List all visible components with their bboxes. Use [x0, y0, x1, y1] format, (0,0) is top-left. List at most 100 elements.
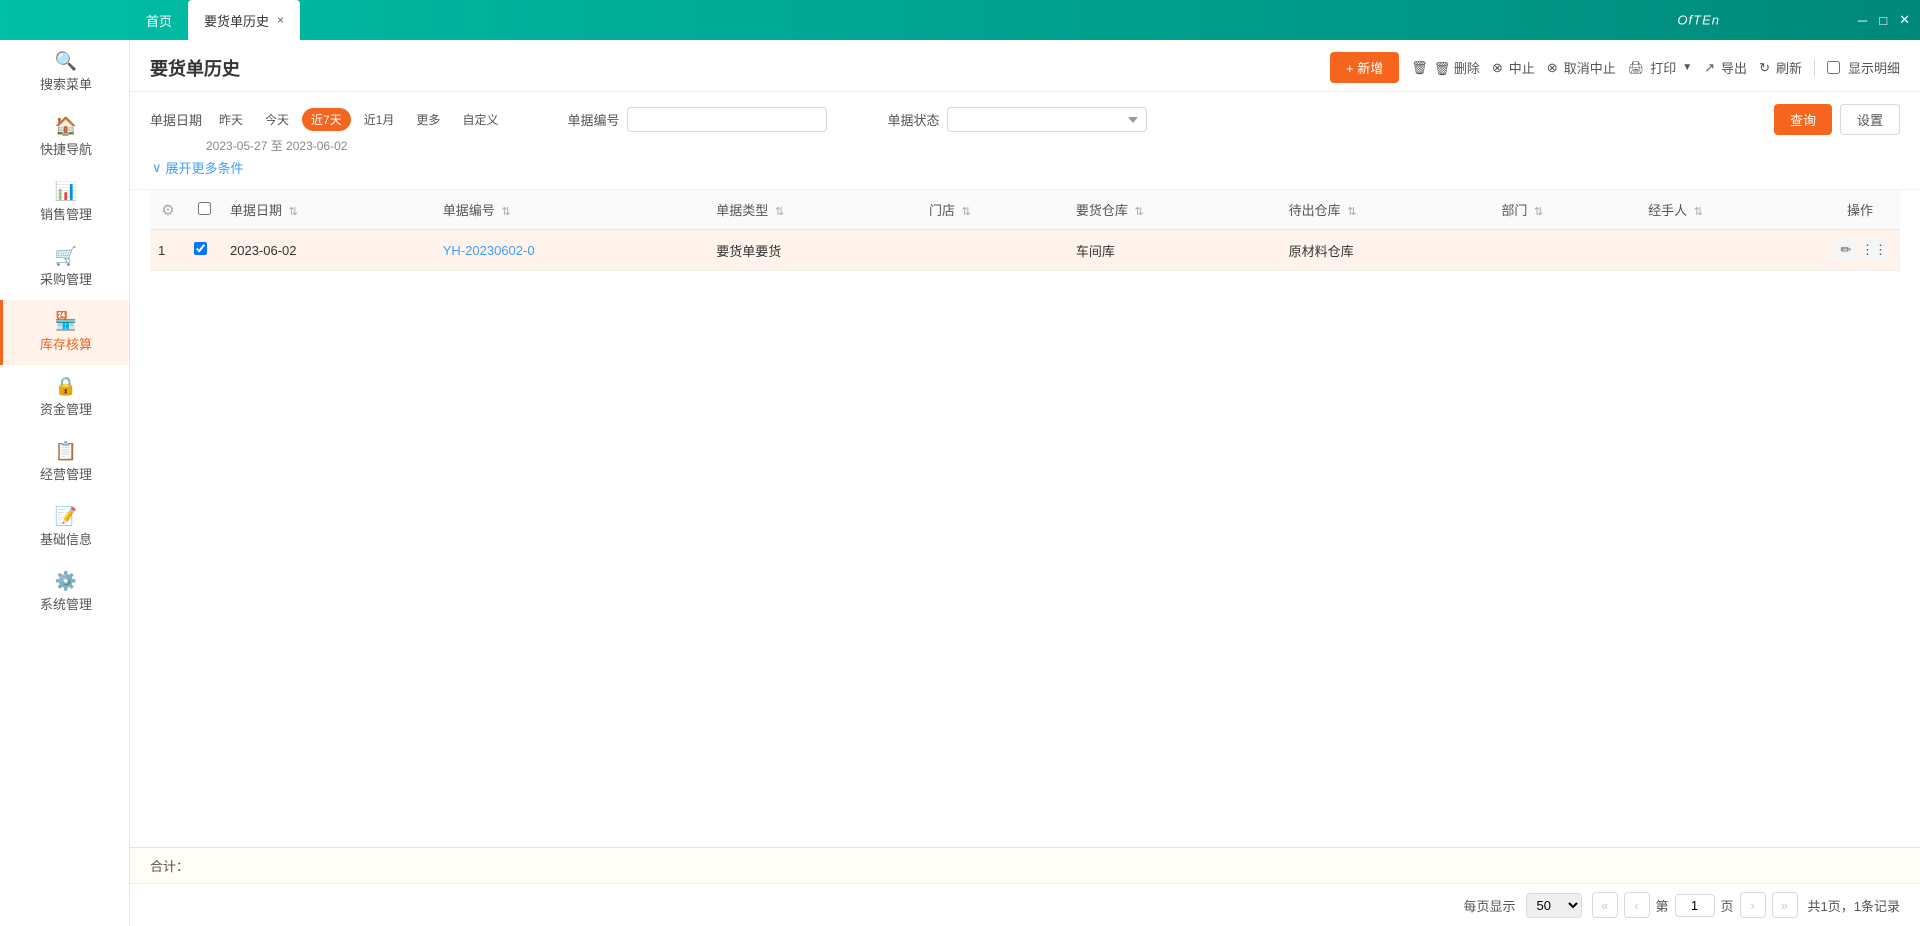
window-minimize-icon[interactable]: ─ [1858, 13, 1867, 28]
stop-icon: ⊗ [1492, 60, 1503, 76]
last-page-button[interactable]: » [1772, 892, 1798, 918]
sort-icon[interactable]: ⇅ [1694, 206, 1703, 218]
date-btn-today[interactable]: 今天 [256, 108, 298, 131]
sidebar-item-label: 基础信息 [40, 529, 92, 548]
doc-status-select[interactable] [947, 107, 1147, 132]
main-layout: 🔍 搜索菜单 🏠 快捷导航 📊 销售管理 🛒 采购管理 🏪 库存核算 🔒 资金管… [0, 40, 1920, 926]
page-header: 要货单历史 + 新增 🗑 🗑 删除 ⊗ 中止 ⊗ 取消中止 🖨 打印 [130, 40, 1920, 92]
sidebar-item-inventory[interactable]: 🏪 库存核算 [0, 300, 129, 365]
page-input[interactable] [1675, 894, 1715, 917]
doc-no-link[interactable]: YH-20230602-0 [443, 243, 535, 258]
first-page-button[interactable]: « [1592, 892, 1618, 918]
quick-nav-icon: 🏠 [55, 117, 77, 135]
sidebar-item-label: 搜索菜单 [40, 74, 92, 93]
toolbar-divider [1814, 60, 1815, 76]
query-button[interactable]: 查询 [1774, 104, 1832, 135]
base-info-icon: 📝 [55, 507, 77, 525]
sidebar-item-purchase-mgmt[interactable]: 🛒 采购管理 [0, 235, 129, 300]
sidebar-item-sys-mgmt[interactable]: ⚙️ 系统管理 [0, 560, 129, 625]
expand-more-button[interactable]: ∨ 展开更多条件 [150, 158, 1900, 177]
tab-requisition-history[interactable]: 要货单历史 × [188, 0, 300, 40]
table-row[interactable]: 1 2023-06-02 YH-20230602-0 要货单要货 车间库 原材料… [150, 230, 1900, 271]
sort-icon[interactable]: ⇅ [289, 206, 298, 218]
display-detail-checkbox[interactable]: 显示明细 [1827, 58, 1900, 77]
sidebar-item-label: 销售管理 [40, 204, 92, 223]
filter-row-1: 单据日期 昨天 今天 近7天 近1月 更多 自定义 单据编号 [150, 104, 1900, 135]
sidebar-item-ops-mgmt[interactable]: 📋 经营管理 [0, 430, 129, 495]
sidebar-item-label: 库存核算 [40, 334, 92, 353]
th-checkbox [186, 190, 222, 230]
settings-button[interactable]: 设置 [1840, 104, 1900, 135]
td-pending-warehouse: 原材料仓库 [1281, 230, 1494, 271]
th-doc-date: 单据日期 ⇅ [222, 190, 435, 230]
sidebar-item-label: 资金管理 [40, 399, 92, 418]
date-btn-last1month[interactable]: 近1月 [355, 108, 404, 131]
next-page-button[interactable]: › [1740, 892, 1766, 918]
sidebar-item-sales-mgmt[interactable]: 📊 销售管理 [0, 170, 129, 235]
page-suffix-label: 页 [1721, 896, 1734, 915]
date-btn-last7days[interactable]: 近7天 [302, 108, 351, 131]
total-info: 共1页，1条记录 [1808, 896, 1900, 915]
new-button[interactable]: + 新增 [1330, 52, 1399, 83]
action-buttons: ✏ ⋮⋮ [1828, 238, 1892, 262]
export-button[interactable]: ↗ 导出 [1704, 58, 1747, 77]
date-buttons: 昨天 今天 近7天 近1月 更多 自定义 [210, 108, 507, 131]
td-checkbox [186, 230, 222, 271]
content-area: 要货单历史 + 新增 🗑 🗑 删除 ⊗ 中止 ⊗ 取消中止 🖨 打印 [130, 40, 1920, 926]
sort-icon[interactable]: ⇅ [1534, 206, 1543, 218]
sales-mgmt-icon: 📊 [55, 182, 77, 200]
td-index: 1 [150, 230, 186, 271]
next-page-icon: › [1750, 898, 1754, 913]
last-page-icon: » [1781, 898, 1788, 913]
th-doc-type: 单据类型 ⇅ [708, 190, 921, 230]
inventory-icon: 🏪 [55, 312, 77, 330]
doc-no-label: 单据编号 [567, 110, 619, 129]
sidebar-item-base-info[interactable]: 📝 基础信息 [0, 495, 129, 560]
row-checkbox[interactable] [194, 242, 207, 255]
row-more-button[interactable]: ⋮⋮ [1862, 238, 1886, 262]
date-btn-yesterday[interactable]: 昨天 [210, 108, 252, 131]
sort-icon[interactable]: ⇅ [501, 206, 510, 218]
th-handler: 经手人 ⇅ [1640, 190, 1820, 230]
refresh-icon: ↻ [1759, 60, 1770, 76]
top-bar: 首页 要货单历史 × OfTEn ─ □ ✕ [0, 0, 1920, 40]
filter-actions: 查询 设置 [1774, 104, 1900, 135]
table-settings-icon[interactable]: ⚙ [161, 202, 174, 219]
date-btn-more[interactable]: 更多 [407, 108, 449, 131]
prev-page-button[interactable]: ‹ [1624, 892, 1650, 918]
sort-icon[interactable]: ⇅ [1347, 206, 1356, 218]
th-department: 部门 ⇅ [1493, 190, 1640, 230]
td-actions: ✏ ⋮⋮ [1820, 230, 1900, 271]
date-btn-custom[interactable]: 自定义 [453, 108, 507, 131]
window-maximize-icon[interactable]: □ [1879, 13, 1887, 28]
sort-icon[interactable]: ⇅ [775, 206, 784, 218]
sidebar-item-quick-nav[interactable]: 🏠 快捷导航 [0, 105, 129, 170]
top-notice: OfTEn [1677, 13, 1720, 28]
sort-icon[interactable]: ⇅ [962, 206, 971, 218]
doc-no-input[interactable] [627, 107, 827, 132]
delete-button[interactable]: 🗑 🗑 删除 [1411, 58, 1480, 77]
window-close-icon[interactable]: ✕ [1899, 12, 1910, 28]
export-icon: ↗ [1704, 60, 1715, 76]
td-store [921, 230, 1068, 271]
select-all-checkbox[interactable] [198, 202, 211, 215]
sort-icon[interactable]: ⇅ [1134, 206, 1143, 218]
sidebar-item-finance-mgmt[interactable]: 🔒 资金管理 [0, 365, 129, 430]
cancel-stop-button[interactable]: ⊗ 取消中止 [1547, 58, 1616, 77]
row-edit-button[interactable]: ✏ [1834, 238, 1858, 262]
filter-area: 单据日期 昨天 今天 近7天 近1月 更多 自定义 单据编号 [130, 92, 1920, 190]
td-doc-type: 要货单要货 [708, 230, 921, 271]
stop-button[interactable]: ⊗ 中止 [1492, 58, 1535, 77]
filter-group-docdate: 单据日期 昨天 今天 近7天 近1月 更多 自定义 [150, 108, 507, 131]
search-menu-icon: 🔍 [55, 52, 77, 70]
page-size-select[interactable]: 20 50 100 [1526, 893, 1582, 918]
td-req-warehouse: 车间库 [1068, 230, 1281, 271]
refresh-button[interactable]: ↻ 刷新 [1759, 58, 1802, 77]
sidebar-item-search-menu[interactable]: 🔍 搜索菜单 [0, 40, 129, 105]
page-prefix-label: 第 [1656, 896, 1669, 915]
display-detail-input[interactable] [1827, 61, 1840, 74]
th-settings: ⚙ [150, 190, 186, 230]
print-button[interactable]: 🖨 打印 ▼ [1628, 58, 1692, 77]
close-tab-icon[interactable]: × [277, 13, 284, 27]
tab-home[interactable]: 首页 [130, 0, 188, 40]
